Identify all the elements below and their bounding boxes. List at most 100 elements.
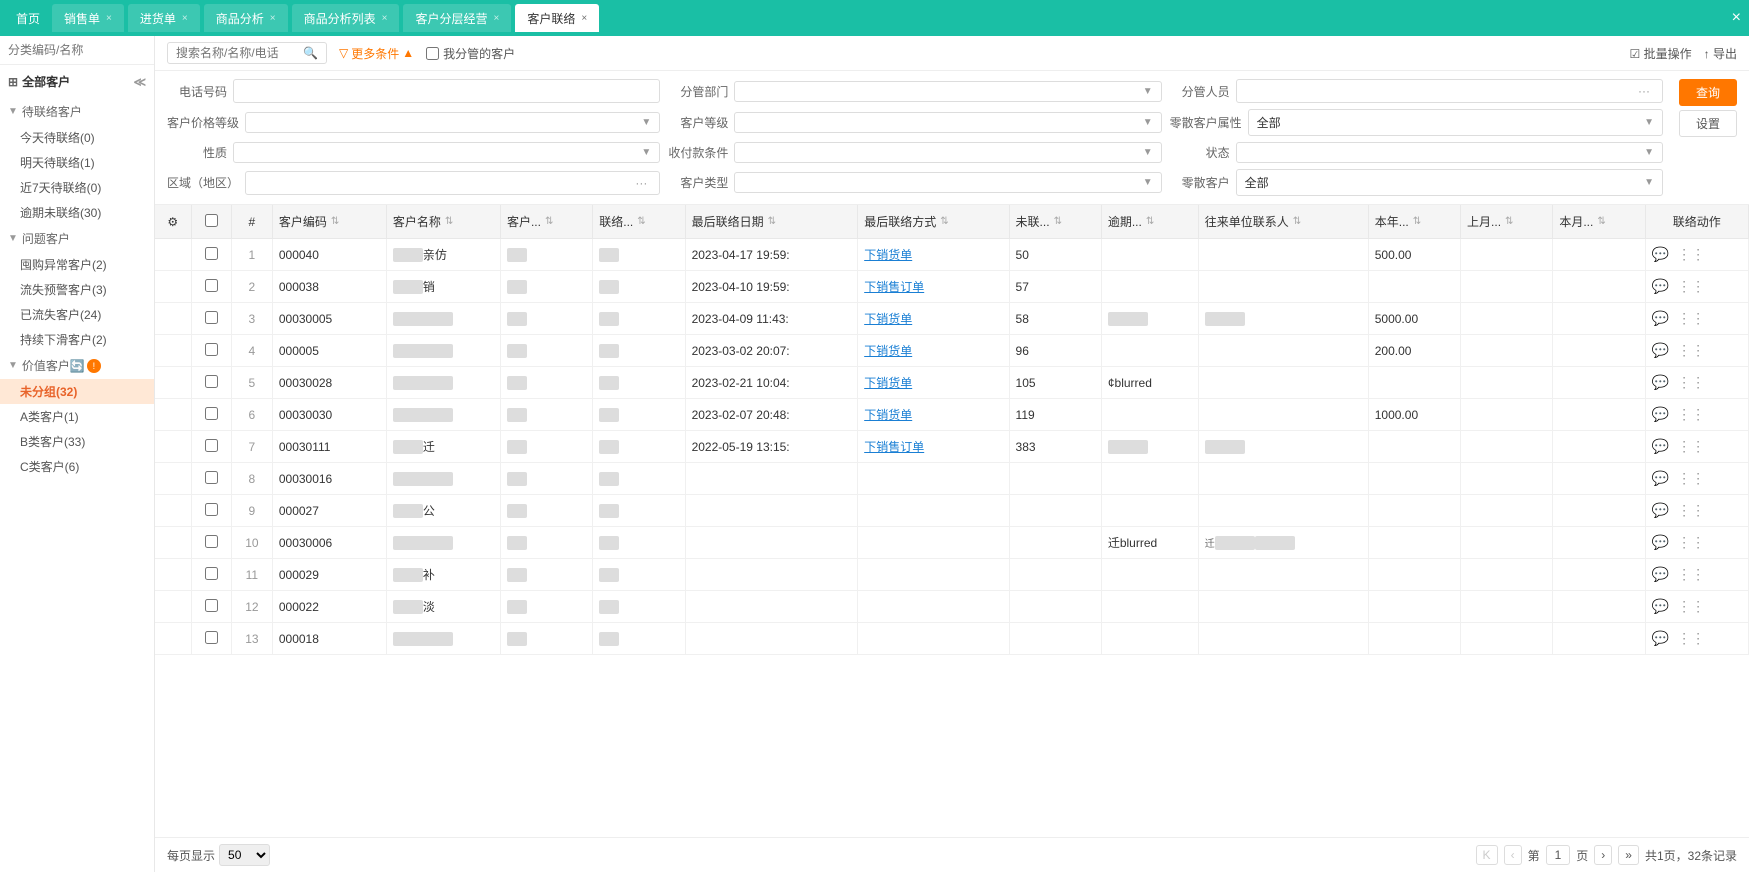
method-link[interactable]: 下销货单 <box>864 376 912 390</box>
sidebar-item-tomorrow-pending[interactable]: 明天待联络(1) <box>0 150 154 175</box>
more-action-icon[interactable]: ⋮⋮ <box>1677 374 1705 391</box>
row-checkbox-cell[interactable] <box>191 399 231 431</box>
phone-action-icon[interactable]: 💬 <box>1652 438 1669 455</box>
sidebar-group-pending[interactable]: ▼ 待联络客户 <box>0 98 154 125</box>
close-tab-icon[interactable]: × <box>182 13 188 24</box>
row-checkbox[interactable] <box>205 439 218 452</box>
customer-level-select[interactable]: ▼ <box>734 112 1161 133</box>
this-year-column-header[interactable]: 本年...⇅ <box>1368 205 1460 239</box>
row-checkbox-cell[interactable] <box>191 335 231 367</box>
all-customers-item[interactable]: ⊞ 全部客户 ≪ <box>0 65 154 98</box>
close-tab-icon[interactable]: × <box>382 13 388 24</box>
my-customers-checkbox[interactable] <box>426 47 439 60</box>
settings-column-header[interactable]: ⚙ <box>155 205 191 239</box>
dots-icon[interactable]: ··· <box>1638 84 1650 98</box>
customer-type-select[interactable]: ▼ <box>734 172 1161 193</box>
batch-op-button[interactable]: ☑ 批量操作 <box>1630 45 1692 62</box>
more-action-icon[interactable]: ⋮⋮ <box>1677 470 1705 487</box>
sidebar-item-7days-pending[interactable]: 近7天待联络(0) <box>0 175 154 200</box>
prev-page-button[interactable]: ‹ <box>1504 845 1522 865</box>
more-action-icon[interactable]: ⋮⋮ <box>1677 502 1705 519</box>
row-checkbox[interactable] <box>205 471 218 484</box>
row-checkbox-cell[interactable] <box>191 623 231 655</box>
last-date-column-header[interactable]: 最后联络日期⇅ <box>685 205 858 239</box>
dots-icon[interactable]: ··· <box>635 176 647 190</box>
home-tab[interactable]: 首页 <box>8 10 48 27</box>
code-column-header[interactable]: 客户编码⇅ <box>272 205 386 239</box>
sparse-customer-select[interactable]: 全部 ▼ <box>1236 169 1663 196</box>
sidebar-item-class-b[interactable]: B类客户(33) <box>0 429 154 454</box>
method-link[interactable]: 下销货单 <box>864 344 912 358</box>
sidebar-item-churned[interactable]: 已流失客户(24) <box>0 302 154 327</box>
phone-action-icon[interactable]: 💬 <box>1652 406 1669 423</box>
method-link[interactable]: 下销售订单 <box>864 440 924 454</box>
method-link[interactable]: 下销售订单 <box>864 280 924 294</box>
row-checkbox-cell[interactable] <box>191 591 231 623</box>
row-checkbox-cell[interactable] <box>191 239 231 271</box>
phone-action-icon[interactable]: 💬 <box>1652 310 1669 327</box>
tab-product-analysis[interactable]: 商品分析 × <box>204 4 288 32</box>
row-checkbox-cell[interactable] <box>191 303 231 335</box>
phone-input[interactable] <box>233 79 660 103</box>
more-action-icon[interactable]: ⋮⋮ <box>1677 278 1705 295</box>
refresh-icon[interactable]: 🔄 <box>70 359 85 373</box>
nature-select[interactable]: ▼ <box>233 142 660 163</box>
next-page-button[interactable]: › <box>1594 845 1612 865</box>
contact2-column-header[interactable]: 往来单位联系人⇅ <box>1198 205 1368 239</box>
more-action-icon[interactable]: ⋮⋮ <box>1677 310 1705 327</box>
tab-customer-segmentation[interactable]: 客户分层经营 × <box>403 4 511 32</box>
row-checkbox[interactable] <box>205 599 218 612</box>
row-checkbox[interactable] <box>205 567 218 580</box>
sidebar-item-churn-warning[interactable]: 流失预警客户(3) <box>0 277 154 302</box>
row-checkbox[interactable] <box>205 247 218 260</box>
manager-input-area[interactable]: ··· <box>1236 79 1663 103</box>
name-column-header[interactable]: 客户名称⇅ <box>386 205 500 239</box>
row-checkbox[interactable] <box>205 311 218 324</box>
sidebar-item-ungrouped[interactable]: 未分组(32) <box>0 379 154 404</box>
close-tab-icon[interactable]: × <box>270 13 276 24</box>
collapse-sidebar-button[interactable]: ≪ <box>133 75 146 89</box>
sidebar-search-input[interactable] <box>8 43 155 57</box>
method-link[interactable]: 下销货单 <box>864 248 912 262</box>
close-tab-icon[interactable]: × <box>106 13 112 24</box>
uncontacted-column-header[interactable]: 未联...⇅ <box>1009 205 1101 239</box>
overdue-column-header[interactable]: 逾期...⇅ <box>1101 205 1198 239</box>
row-checkbox[interactable] <box>205 631 218 644</box>
row-checkbox[interactable] <box>205 375 218 388</box>
reset-button[interactable]: 设置 <box>1679 110 1737 137</box>
tab-product-analysis-list[interactable]: 商品分析列表 × <box>292 4 400 32</box>
this-month-column-header[interactable]: 本月...⇅ <box>1553 205 1645 239</box>
close-tab-icon[interactable]: × <box>581 13 587 24</box>
row-checkbox[interactable] <box>205 279 218 292</box>
status-select[interactable]: ▼ <box>1236 142 1663 163</box>
row-checkbox[interactable] <box>205 535 218 548</box>
row-checkbox[interactable] <box>205 503 218 516</box>
row-checkbox-cell[interactable] <box>191 271 231 303</box>
method-link[interactable]: 下销货单 <box>864 408 912 422</box>
phone-action-icon[interactable]: 💬 <box>1652 470 1669 487</box>
first-page-button[interactable]: K <box>1476 845 1498 865</box>
customer-search-input[interactable] <box>176 46 299 60</box>
last-method-column-header[interactable]: 最后联络方式⇅ <box>858 205 1009 239</box>
phone-action-icon[interactable]: 💬 <box>1652 566 1669 583</box>
phone-action-icon[interactable]: 💬 <box>1652 534 1669 551</box>
region-input-area[interactable]: ··· <box>245 171 660 195</box>
sidebar-item-declining[interactable]: 持续下滑客户(2) <box>0 327 154 352</box>
type-column-header[interactable]: 客户...⇅ <box>500 205 592 239</box>
phone-action-icon[interactable]: 💬 <box>1652 342 1669 359</box>
sidebar-item-hoarding-abnormal[interactable]: 囤购异常客户(2) <box>0 252 154 277</box>
query-button[interactable]: 查询 <box>1679 79 1737 106</box>
row-checkbox-cell[interactable] <box>191 527 231 559</box>
row-checkbox-cell[interactable] <box>191 367 231 399</box>
row-checkbox-cell[interactable] <box>191 463 231 495</box>
more-action-icon[interactable]: ⋮⋮ <box>1677 534 1705 551</box>
more-action-icon[interactable]: ⋮⋮ <box>1677 630 1705 647</box>
sidebar-item-overdue-pending[interactable]: 逾期未联络(30) <box>0 200 154 225</box>
tab-purchase-order[interactable]: 进货单 × <box>128 4 200 32</box>
method-link[interactable]: 下销货单 <box>864 312 912 326</box>
close-tab-icon[interactable]: × <box>493 13 499 24</box>
more-action-icon[interactable]: ⋮⋮ <box>1677 598 1705 615</box>
last-page-button[interactable]: » <box>1618 845 1639 865</box>
more-conditions-button[interactable]: ▽ 更多条件 ▲ <box>339 45 414 62</box>
phone-action-icon[interactable]: 💬 <box>1652 502 1669 519</box>
